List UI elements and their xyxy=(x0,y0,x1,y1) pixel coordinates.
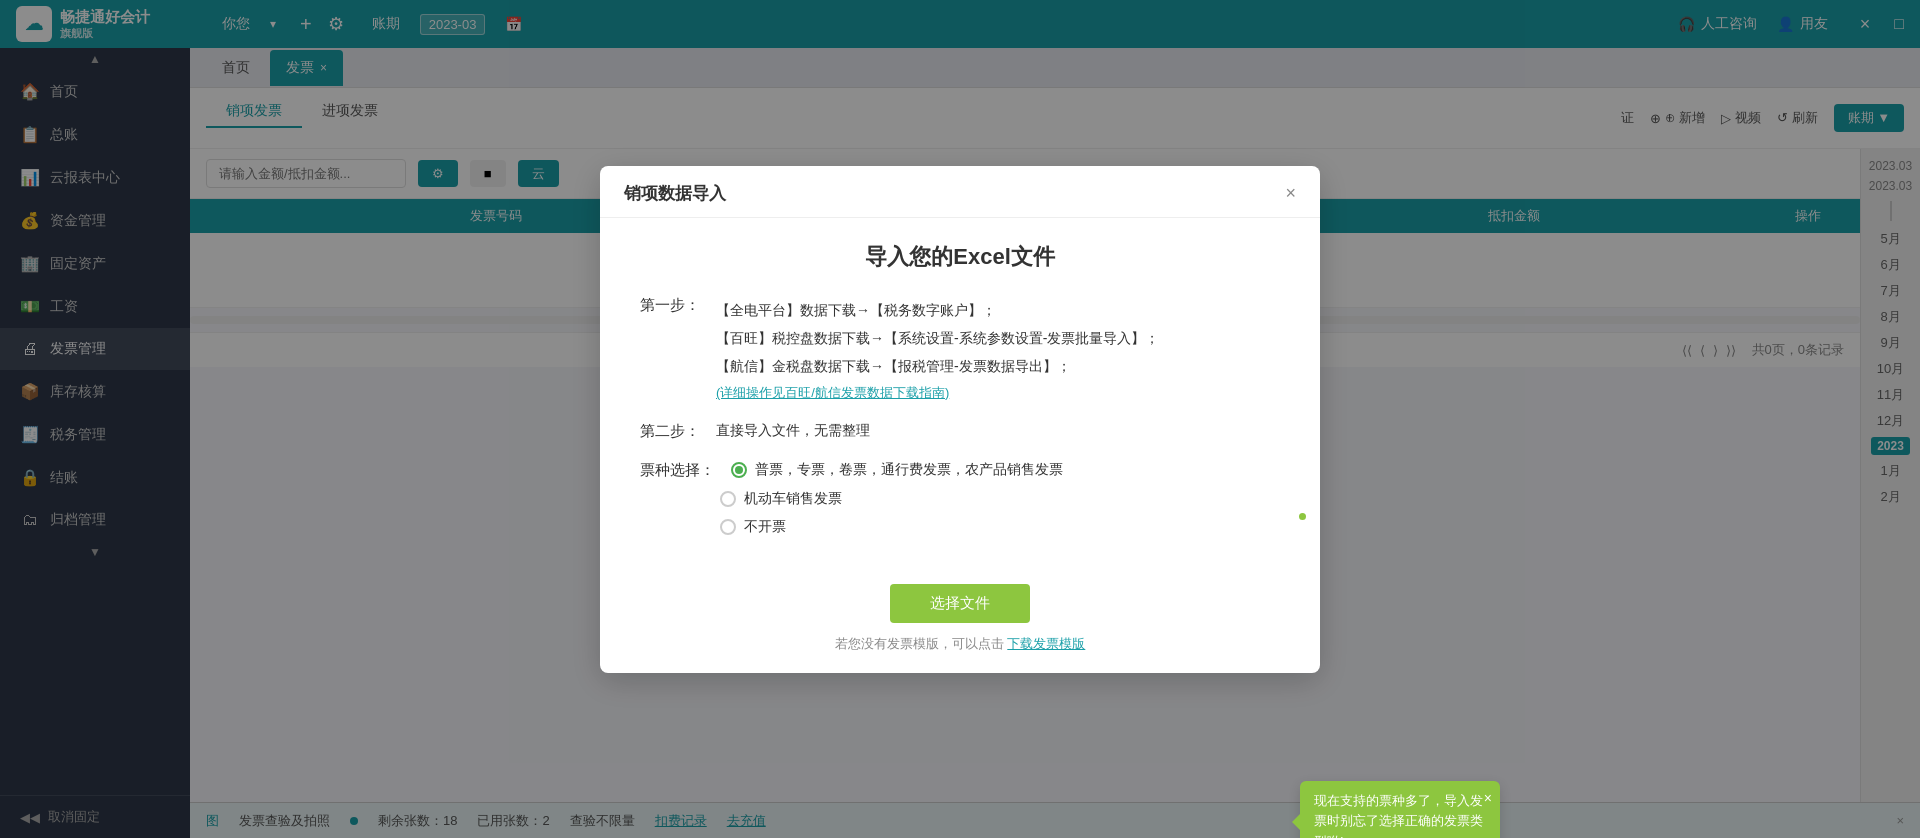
tooltip-close-button[interactable]: × xyxy=(1484,787,1492,809)
step2-content: 第二步： 直接导入文件，无需整理 xyxy=(640,422,1280,441)
radio-item-1: 票种选择： 普票，专票，卷票，通行费发票，农产品销售发票 xyxy=(640,461,1280,480)
radio-group: 票种选择： 普票，专票，卷票，通行费发票，农产品销售发票 机动车销售发票 不开票… xyxy=(640,461,1280,536)
step2-text: 直接导入文件，无需整理 xyxy=(716,422,870,440)
footer-link-area: 若您没有发票模版，可以点击 下载发票模版 xyxy=(624,635,1296,653)
step1: 第一步： 【全电平台】数据下载→【税务数字账户】； 【百旺】税控盘数据下载→【系… xyxy=(640,296,1280,402)
step1-content: 第一步： 【全电平台】数据下载→【税务数字账户】； 【百旺】税控盘数据下载→【系… xyxy=(640,296,1280,402)
dialog-footer: 选择文件 若您没有发票模版，可以点击 下载发票模版 xyxy=(600,572,1320,673)
tooltip-dot xyxy=(1297,511,1308,522)
step2: 第二步： 直接导入文件，无需整理 xyxy=(640,422,1280,441)
step1-text-2: 【百旺】税控盘数据下载→【系统设置-系统参数设置-发票批量导入】； xyxy=(716,330,1159,346)
step1-line-1: 【全电平台】数据下载→【税务数字账户】； xyxy=(716,296,1159,324)
radio-item-3[interactable]: 不开票 xyxy=(720,518,1280,536)
step1-line-3: 【航信】金税盘数据下载→【报税管理-发票数据导出】； xyxy=(716,352,1159,380)
step1-text-3: 【航信】金税盘数据下载→【报税管理-发票数据导出】； xyxy=(716,358,1071,374)
select-file-button[interactable]: 选择文件 xyxy=(890,584,1030,623)
tooltip-text: 现在支持的票种多了，导入发票时别忘了选择正确的发票类型哟! xyxy=(1314,793,1483,839)
dialog-overlay: 销项数据导入 × 导入您的Excel文件 第一步： 【全电平台】数据下载→【税务… xyxy=(0,0,1920,838)
download-template-link[interactable]: 下载发票模版 xyxy=(1007,636,1085,651)
radio-label: 票种选择： xyxy=(640,461,715,480)
radio-item-2[interactable]: 机动车销售发票 xyxy=(720,490,1280,508)
step1-lines: 【全电平台】数据下载→【税务数字账户】； 【百旺】税控盘数据下载→【系统设置-系… xyxy=(716,296,1159,402)
import-dialog: 销项数据导入 × 导入您的Excel文件 第一步： 【全电平台】数据下载→【税务… xyxy=(600,166,1320,673)
radio-button-1[interactable] xyxy=(731,462,747,478)
dialog-close-button[interactable]: × xyxy=(1285,183,1296,204)
dialog-body: 导入您的Excel文件 第一步： 【全电平台】数据下载→【税务数字账户】； 【百… xyxy=(600,218,1320,572)
radio-text-3: 不开票 xyxy=(744,518,786,536)
step1-line-2: 【百旺】税控盘数据下载→【系统设置-系统参数设置-发票批量导入】； xyxy=(716,324,1159,352)
step1-link-container: (详细操作见百旺/航信发票数据下载指南) xyxy=(716,384,1159,402)
dialog-title: 销项数据导入 xyxy=(624,182,726,205)
dialog-header: 销项数据导入 × xyxy=(600,166,1320,218)
dialog-main-title: 导入您的Excel文件 xyxy=(640,242,1280,272)
step1-text-1: 【全电平台】数据下载→【税务数字账户】； xyxy=(716,302,996,318)
radio-text-1: 普票，专票，卷票，通行费发票，农产品销售发票 xyxy=(755,461,1063,479)
step1-guide-link[interactable]: (详细操作见百旺/航信发票数据下载指南) xyxy=(716,385,949,400)
step1-label: 第一步： xyxy=(640,296,700,315)
footer-text: 若您没有发票模版，可以点击 xyxy=(835,636,1004,651)
tooltip-bubble: × 现在支持的票种多了，导入发票时别忘了选择正确的发票类型哟! xyxy=(1300,781,1500,839)
radio-text-2: 机动车销售发票 xyxy=(744,490,842,508)
step2-label: 第二步： xyxy=(640,422,700,441)
radio-button-2[interactable] xyxy=(720,491,736,507)
radio-button-3[interactable] xyxy=(720,519,736,535)
